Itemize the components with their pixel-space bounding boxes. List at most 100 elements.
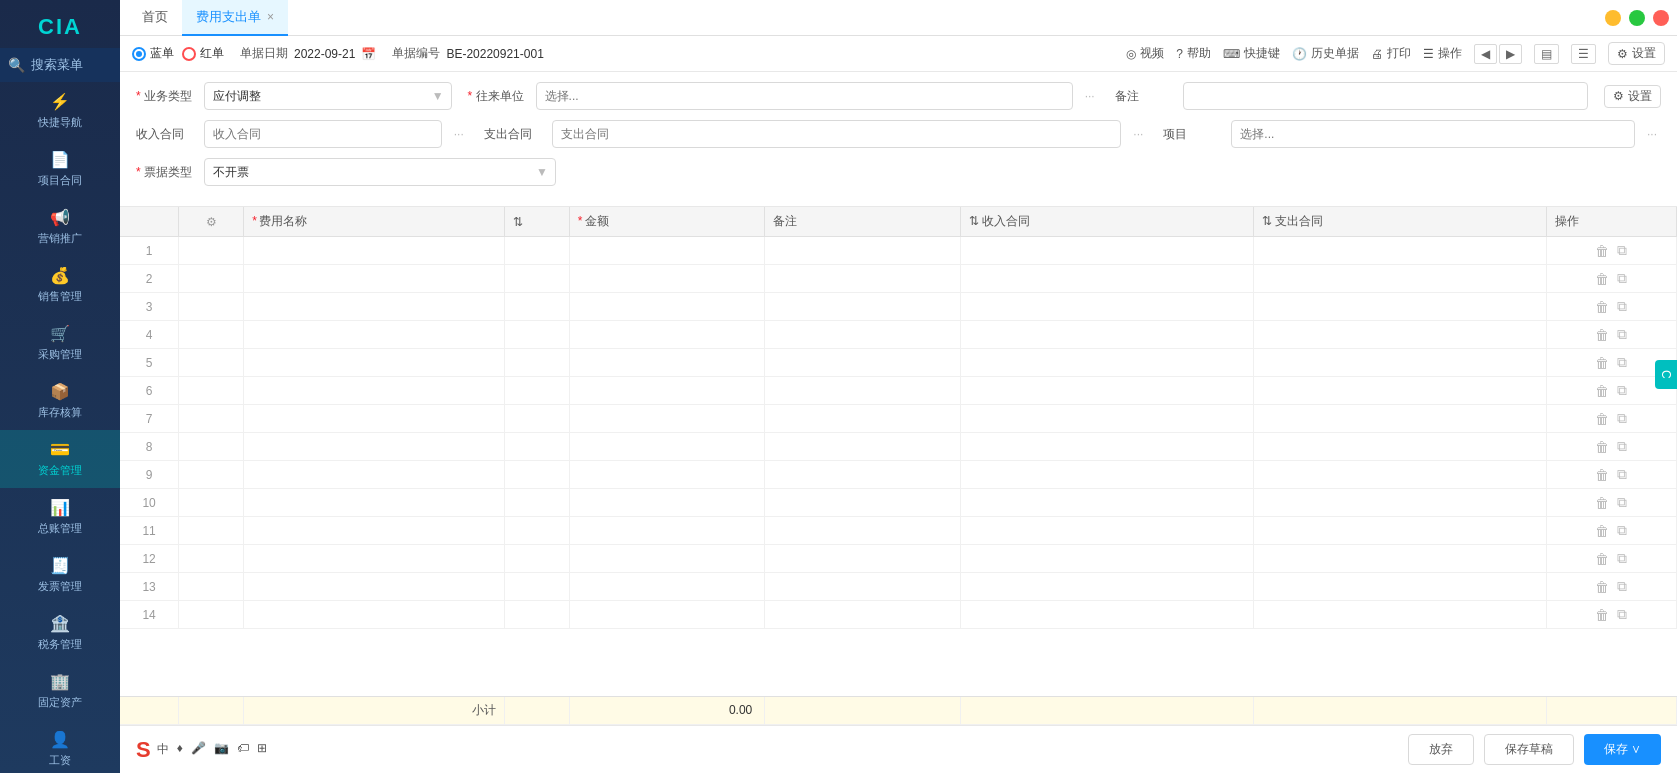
project-dots[interactable]: ··· <box>1643 127 1661 141</box>
action-help[interactable]: ? 帮助 <box>1176 45 1211 62</box>
row-expense-contract-14[interactable] <box>1253 601 1546 629</box>
icon-camera[interactable]: 📷 <box>214 741 229 758</box>
row-expense-8[interactable] <box>244 433 505 461</box>
row-expense-contract-3[interactable] <box>1253 293 1546 321</box>
row-expense-10[interactable] <box>244 489 505 517</box>
business-type-select[interactable]: 应付调整 <box>204 82 452 110</box>
list-view-btn[interactable]: ☰ <box>1571 44 1596 64</box>
row-delete-9[interactable]: 🗑 <box>1595 467 1609 483</box>
row-delete-14[interactable]: 🗑 <box>1595 607 1609 623</box>
row-income-1[interactable] <box>960 237 1253 265</box>
income-contract-input[interactable] <box>204 120 442 148</box>
row-expense-contract-4[interactable] <box>1253 321 1546 349</box>
row-note-12[interactable] <box>765 545 960 573</box>
discard-button[interactable]: 放弃 <box>1408 734 1474 765</box>
action-video[interactable]: ◎ 视频 <box>1126 45 1164 62</box>
row-note-8[interactable] <box>765 433 960 461</box>
action-more[interactable]: ☰ 操作 <box>1423 45 1462 62</box>
col-gear-header[interactable]: ⚙ <box>179 207 244 237</box>
action-shortcut[interactable]: ⌨ 快捷键 <box>1223 45 1280 62</box>
date-value[interactable]: 2022-09-21 <box>294 47 355 61</box>
sidebar-item-7[interactable]: 📊总账管理 <box>0 488 120 546</box>
sidebar-item-2[interactable]: 📢营销推广 <box>0 198 120 256</box>
sidebar-item-11[interactable]: 👤工资 <box>0 720 120 773</box>
row-delete-12[interactable]: 🗑 <box>1595 551 1609 567</box>
row-expense-9[interactable] <box>244 461 505 489</box>
form-settings-button[interactable]: ⚙ 设置 <box>1604 85 1661 108</box>
sidebar-item-5[interactable]: 📦库存核算 <box>0 372 120 430</box>
row-note-10[interactable] <box>765 489 960 517</box>
action-print[interactable]: 🖨 打印 <box>1371 45 1411 62</box>
radio-red[interactable]: 红单 <box>182 45 224 62</box>
row-expense-7[interactable] <box>244 405 505 433</box>
partner-input[interactable] <box>536 82 1073 110</box>
row-amount-2[interactable] <box>569 265 764 293</box>
row-expense-contract-5[interactable] <box>1253 349 1546 377</box>
row-amount-11[interactable] <box>569 517 764 545</box>
row-amount-12[interactable] <box>569 545 764 573</box>
tab-1[interactable]: 费用支出单× <box>182 0 288 36</box>
row-expense-14[interactable] <box>244 601 505 629</box>
income-contract-dots[interactable]: ··· <box>450 127 468 141</box>
sidebar-item-4[interactable]: 🛒采购管理 <box>0 314 120 372</box>
sidebar-search[interactable]: 🔍 搜索菜单 <box>0 48 120 82</box>
icon-grid[interactable]: ⊞ <box>257 741 267 758</box>
row-income-4[interactable] <box>960 321 1253 349</box>
row-expense-contract-10[interactable] <box>1253 489 1546 517</box>
row-copy-5[interactable]: ⧉ <box>1617 354 1627 371</box>
row-income-9[interactable] <box>960 461 1253 489</box>
teal-side-tab[interactable]: C <box>1655 360 1677 389</box>
row-delete-6[interactable]: 🗑 <box>1595 383 1609 399</box>
row-delete-5[interactable]: 🗑 <box>1595 355 1609 371</box>
row-delete-4[interactable]: 🗑 <box>1595 327 1609 343</box>
row-expense-contract-1[interactable] <box>1253 237 1546 265</box>
sidebar-item-8[interactable]: 🧾发票管理 <box>0 546 120 604</box>
row-income-6[interactable] <box>960 377 1253 405</box>
row-delete-11[interactable]: 🗑 <box>1595 523 1609 539</box>
row-expense-contract-7[interactable] <box>1253 405 1546 433</box>
row-note-6[interactable] <box>765 377 960 405</box>
row-delete-13[interactable]: 🗑 <box>1595 579 1609 595</box>
row-note-3[interactable] <box>765 293 960 321</box>
number-value[interactable]: BE-20220921-001 <box>446 47 543 61</box>
icon-zhong[interactable]: 中 <box>157 741 169 758</box>
row-expense-contract-6[interactable] <box>1253 377 1546 405</box>
icon-mic[interactable]: 🎤 <box>191 741 206 758</box>
radio-blue[interactable]: 蓝单 <box>132 45 174 62</box>
row-copy-12[interactable]: ⧉ <box>1617 550 1627 567</box>
sidebar-item-1[interactable]: 📄项目合同 <box>0 140 120 198</box>
row-copy-13[interactable]: ⧉ <box>1617 578 1627 595</box>
row-amount-14[interactable] <box>569 601 764 629</box>
row-income-12[interactable] <box>960 545 1253 573</box>
row-expense-contract-9[interactable] <box>1253 461 1546 489</box>
row-income-7[interactable] <box>960 405 1253 433</box>
row-copy-9[interactable]: ⧉ <box>1617 466 1627 483</box>
row-amount-8[interactable] <box>569 433 764 461</box>
prev-arrow[interactable]: ◀ <box>1474 44 1497 64</box>
calendar-icon[interactable]: 📅 <box>361 47 376 61</box>
row-note-7[interactable] <box>765 405 960 433</box>
row-income-14[interactable] <box>960 601 1253 629</box>
row-amount-5[interactable] <box>569 349 764 377</box>
row-delete-10[interactable]: 🗑 <box>1595 495 1609 511</box>
settings-button[interactable]: ⚙ 设置 <box>1608 42 1665 65</box>
row-expense-contract-13[interactable] <box>1253 573 1546 601</box>
grid-view-btn[interactable]: ▤ <box>1534 44 1559 64</box>
maximize-button[interactable] <box>1629 10 1645 26</box>
row-income-8[interactable] <box>960 433 1253 461</box>
row-amount-9[interactable] <box>569 461 764 489</box>
row-income-2[interactable] <box>960 265 1253 293</box>
row-delete-2[interactable]: 🗑 <box>1595 271 1609 287</box>
row-amount-3[interactable] <box>569 293 764 321</box>
invoice-type-select[interactable]: 不开票 <box>204 158 556 186</box>
tab-close-1[interactable]: × <box>267 10 274 24</box>
row-income-10[interactable] <box>960 489 1253 517</box>
row-expense-contract-11[interactable] <box>1253 517 1546 545</box>
close-button[interactable] <box>1653 10 1669 26</box>
row-expense-6[interactable] <box>244 377 505 405</box>
row-amount-4[interactable] <box>569 321 764 349</box>
row-copy-6[interactable]: ⧉ <box>1617 382 1627 399</box>
row-amount-1[interactable] <box>569 237 764 265</box>
row-expense-12[interactable] <box>244 545 505 573</box>
row-expense-contract-8[interactable] <box>1253 433 1546 461</box>
